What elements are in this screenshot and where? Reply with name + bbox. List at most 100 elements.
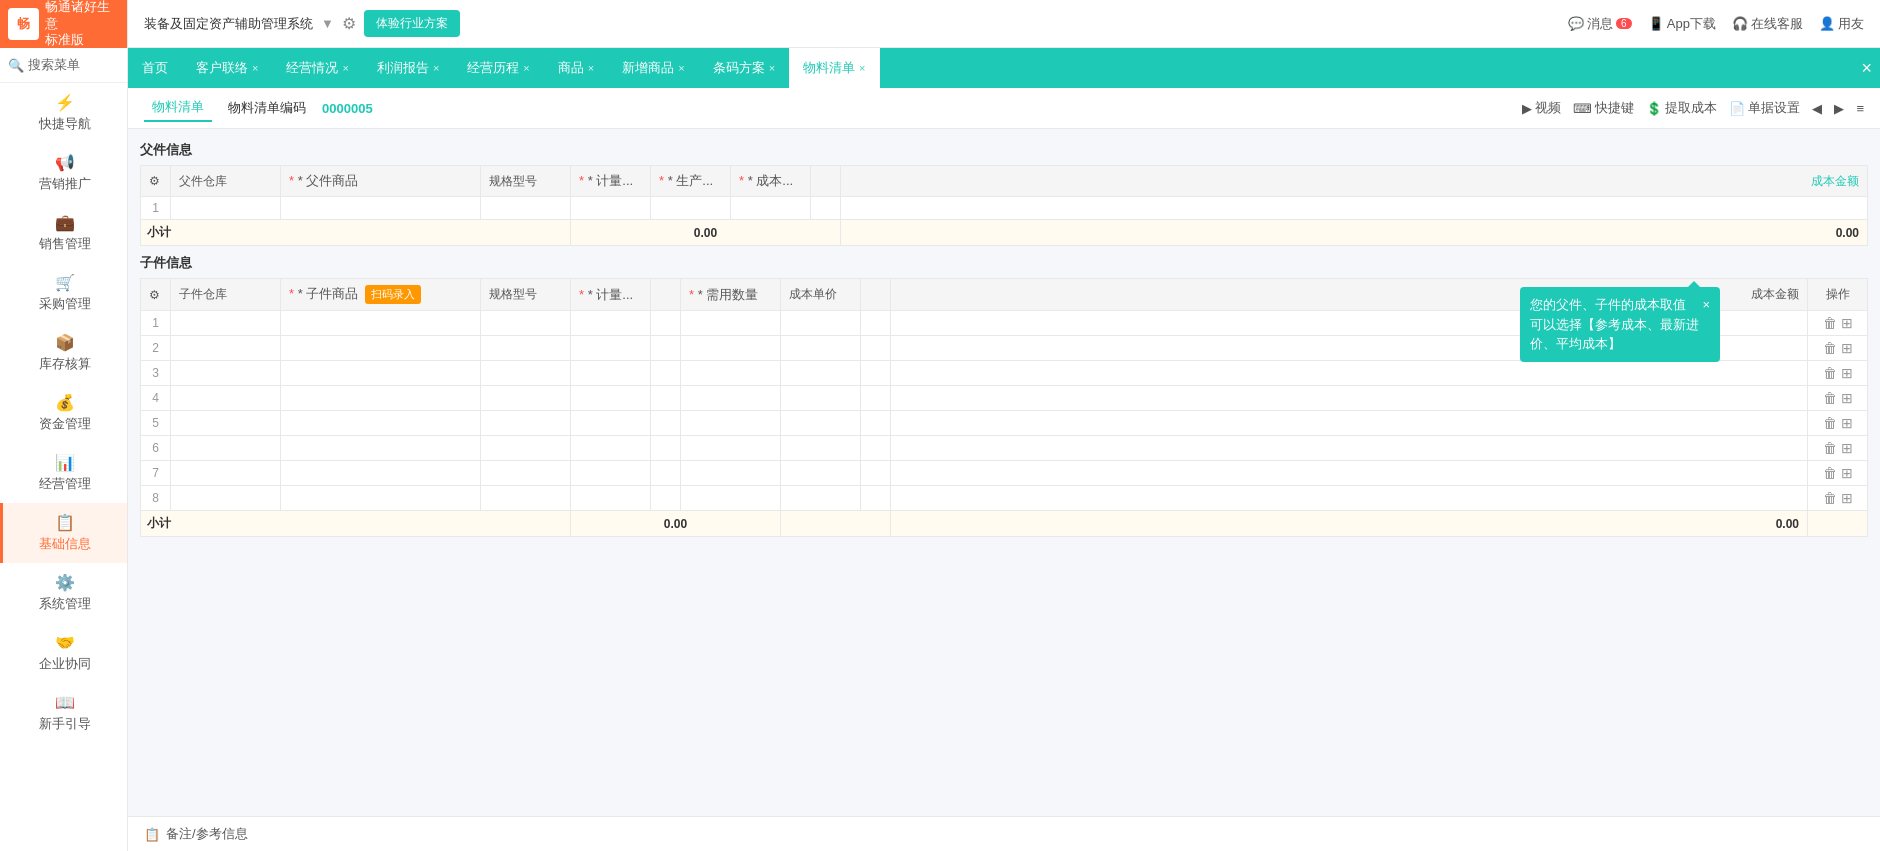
parent-unit-cell[interactable] [571,197,651,220]
child-warehouse-cell-1[interactable] [171,311,281,336]
child-product-cell-1[interactable] [281,311,481,336]
child-spec-cell-7[interactable] [481,461,571,486]
child-cost-amount-cell-8[interactable] [891,486,1808,511]
child-unit-cell-8[interactable] [571,486,651,511]
sidebar-item-sales[interactable]: 💼 销售管理 [0,203,127,263]
child-qty-cell-1[interactable] [681,311,781,336]
search-menu[interactable]: 🔍 搜索菜单 [0,48,127,83]
user-btn[interactable]: 👤 用友 [1819,15,1864,33]
child-unit-cost-cell-1[interactable] [781,311,861,336]
delete-icon-8[interactable]: 🗑 [1823,490,1837,506]
tab-history[interactable]: 经营历程 × [453,48,543,88]
tab-bom[interactable]: 物料清单 × [789,48,879,88]
parent-production-cell[interactable] [651,197,731,220]
sidebar-item-system[interactable]: ⚙️ 系统管理 [0,563,127,623]
child-qty-cell-3[interactable] [681,361,781,386]
child-spec-cell-4[interactable] [481,386,571,411]
tab-profit[interactable]: 利润报告 × [363,48,453,88]
tab-add-goods-close[interactable]: × [678,62,684,74]
child-unit-cost-cell-8[interactable] [781,486,861,511]
video-btn[interactable]: ▶ 视频 [1522,99,1561,117]
child-unit-cell-4[interactable] [571,386,651,411]
cost-btn[interactable]: 💲 提取成本 [1646,99,1717,117]
child-spec-cell-1[interactable] [481,311,571,336]
child-product-cell-4[interactable] [281,386,481,411]
child-product-cell-3[interactable] [281,361,481,386]
sidebar-item-inventory[interactable]: 📦 库存核算 [0,323,127,383]
nav-prev-btn[interactable]: ◀ [1812,101,1822,116]
tab-bom-close[interactable]: × [859,62,865,74]
child-unit-cost-cell-4[interactable] [781,386,861,411]
tab-barcode[interactable]: 条码方案 × [699,48,789,88]
child-unit-cell-7[interactable] [571,461,651,486]
child-spec-cell-2[interactable] [481,336,571,361]
delete-icon-1[interactable]: 🗑 [1823,315,1837,331]
copy-icon-4[interactable]: ⊞ [1841,390,1853,406]
child-unit-cost-cell-6[interactable] [781,436,861,461]
parent-cost-cell[interactable] [731,197,811,220]
tab-home[interactable]: 首页 [128,48,182,88]
tab-customer[interactable]: 客户联络 × [182,48,272,88]
child-unit-cell-5[interactable] [571,411,651,436]
tooltip-close-btn[interactable]: × [1702,295,1710,315]
parent-product-cell[interactable] [281,197,481,220]
tab-add-goods[interactable]: 新增商品 × [608,48,698,88]
child-cost-amount-cell-5[interactable] [891,411,1808,436]
tab-goods[interactable]: 商品 × [544,48,608,88]
tab-customer-close[interactable]: × [252,62,258,74]
child-unit-cell-3[interactable] [571,361,651,386]
copy-icon-7[interactable]: ⊞ [1841,465,1853,481]
child-product-cell-5[interactable] [281,411,481,436]
child-unit-cell-2[interactable] [571,336,651,361]
parent-warehouse-cell[interactable] [171,197,281,220]
copy-icon-3[interactable]: ⊞ [1841,365,1853,381]
online-service-btn[interactable]: 🎧 在线客服 [1732,15,1803,33]
child-product-cell-2[interactable] [281,336,481,361]
child-unit-cell-1[interactable] [571,311,651,336]
try-btn[interactable]: 体验行业方案 [364,10,460,37]
child-warehouse-cell-8[interactable] [171,486,281,511]
child-qty-cell-7[interactable] [681,461,781,486]
sidebar-item-operations[interactable]: 📊 经营管理 [0,443,127,503]
child-spec-cell-5[interactable] [481,411,571,436]
tab-profit-close[interactable]: × [433,62,439,74]
child-th-settings[interactable]: ⚙ [141,279,171,311]
child-product-cell-8[interactable] [281,486,481,511]
shortcut-btn[interactable]: ⌨ 快捷键 [1573,99,1634,117]
child-qty-cell-4[interactable] [681,386,781,411]
child-warehouse-cell-6[interactable] [171,436,281,461]
sub-tab-bom[interactable]: 物料清单 [144,94,212,122]
sidebar-item-guide[interactable]: 📖 新手引导 [0,683,127,743]
child-unit-cost-cell-7[interactable] [781,461,861,486]
scan-btn[interactable]: 扫码录入 [365,285,421,304]
child-cost-amount-cell-7[interactable] [891,461,1808,486]
tab-operations[interactable]: 经营情况 × [272,48,362,88]
tab-operations-close[interactable]: × [342,62,348,74]
copy-icon-1[interactable]: ⊞ [1841,315,1853,331]
child-spec-cell-8[interactable] [481,486,571,511]
sidebar-item-quick-nav[interactable]: ⚡ 快捷导航 [0,83,127,143]
child-cost-amount-cell-4[interactable] [891,386,1808,411]
child-qty-cell-6[interactable] [681,436,781,461]
tab-barcode-close[interactable]: × [769,62,775,74]
child-qty-cell-5[interactable] [681,411,781,436]
child-product-cell-6[interactable] [281,436,481,461]
sidebar-item-finance[interactable]: 💰 资金管理 [0,383,127,443]
parent-spec-cell[interactable] [481,197,571,220]
child-product-cell-7[interactable] [281,461,481,486]
child-warehouse-cell-4[interactable] [171,386,281,411]
child-warehouse-cell-3[interactable] [171,361,281,386]
child-warehouse-cell-7[interactable] [171,461,281,486]
copy-icon-6[interactable]: ⊞ [1841,440,1853,456]
app-download-btn[interactable]: 📱 App下载 [1648,15,1716,33]
child-spec-cell-6[interactable] [481,436,571,461]
parent-th-settings[interactable]: ⚙ [141,166,171,197]
sidebar-item-purchase[interactable]: 🛒 采购管理 [0,263,127,323]
child-unit-cost-cell-2[interactable] [781,336,861,361]
message-btn[interactable]: 💬 消息 6 [1568,15,1632,33]
nav-next-btn[interactable]: ▶ [1834,101,1844,116]
grid-view-btn[interactable]: ≡ [1856,101,1864,116]
single-settings-btn[interactable]: 📄 单据设置 [1729,99,1800,117]
delete-icon-7[interactable]: 🗑 [1823,465,1837,481]
settings-icon[interactable]: ⚙ [342,14,356,33]
